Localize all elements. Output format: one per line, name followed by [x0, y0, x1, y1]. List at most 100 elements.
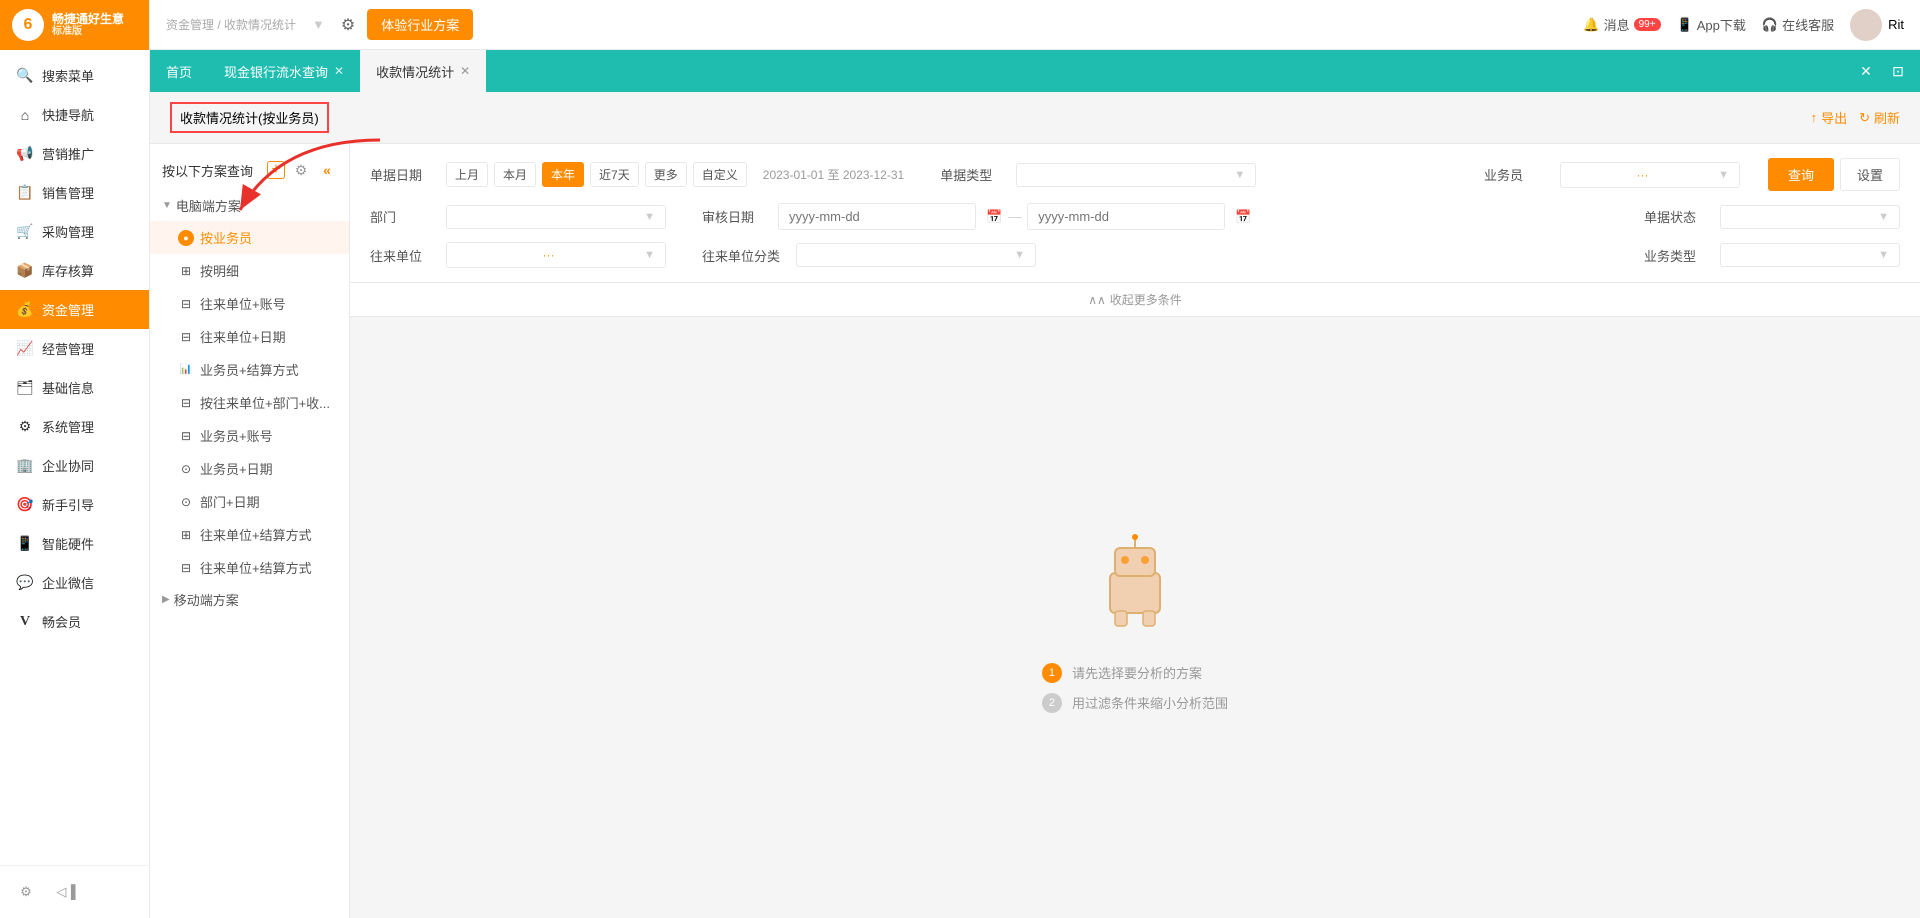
sidebar-item-basic[interactable]: 🗂 基础信息 — [0, 368, 149, 407]
plan-item-counterpart-account[interactable]: ⊟ 往来单位+账号 — [150, 287, 349, 320]
export-icon: ↑ — [1811, 110, 1818, 125]
sidebar-item-guide[interactable]: 🎯 新手引导 — [0, 485, 149, 524]
online-service-label: 在线客服 — [1782, 15, 1834, 34]
mobile-plan-group-header[interactable]: ▶ 移动端方案 — [150, 584, 349, 615]
messages-badge: 99+ — [1634, 18, 1661, 31]
date-btn-this-year[interactable]: 本年 — [542, 162, 584, 187]
sidebar-item-business[interactable]: 📈 经营管理 — [0, 329, 149, 368]
sidebar-item-finance-label: 资金管理 — [42, 300, 94, 319]
app-logo: 6 畅捷通好生意 标准版 — [0, 0, 149, 50]
counterpart-label: 往来单位 — [370, 246, 430, 265]
date-btn-last-month[interactable]: 上月 — [446, 162, 488, 187]
tab-bank-flow-close[interactable]: ✕ — [334, 64, 344, 78]
review-date-end[interactable] — [1027, 203, 1225, 230]
date-btn-more[interactable]: 更多 — [645, 162, 687, 187]
sidebar-item-purchase-label: 采购管理 — [42, 222, 94, 241]
desktop-plan-label: 电脑端方案 — [176, 196, 241, 215]
calendar-start-icon[interactable]: 📅 — [986, 209, 1002, 225]
sidebar-item-enterprise[interactable]: 🏢 企业协同 — [0, 446, 149, 485]
plan-item-salesperson-date[interactable]: ⊙ 业务员+日期 — [150, 452, 349, 485]
sidebar-item-search[interactable]: 🔍 搜索菜单 — [0, 56, 149, 95]
left-panel-header-text: 按以下方案查询 — [162, 161, 253, 180]
sidebar-item-sales[interactable]: 📋 销售管理 — [0, 173, 149, 212]
counterpart-account-icon: ⊟ — [178, 296, 194, 312]
sidebar-item-marketing[interactable]: 📢 营销推广 — [0, 134, 149, 173]
collapse-panel-btn[interactable]: « — [317, 160, 337, 180]
app-download-button[interactable]: 📱 App下载 — [1677, 15, 1746, 34]
step-1-text: 请先选择要分析的方案 — [1072, 663, 1202, 682]
sidebar-item-inventory[interactable]: 📦 库存核算 — [0, 251, 149, 290]
review-date-start[interactable] — [778, 203, 976, 230]
finance-icon: 💰 — [16, 301, 34, 319]
service-icon: 🎧 — [1762, 17, 1778, 33]
calendar-end-icon[interactable]: 📅 — [1235, 209, 1251, 225]
refresh-button[interactable]: ↻ 刷新 — [1859, 108, 1900, 127]
settings-button[interactable]: 设置 — [1840, 158, 1900, 191]
plan-item-counterpart-payment2[interactable]: ⊟ 往来单位+结算方式 — [150, 551, 349, 584]
date-btn-7days[interactable]: 近7天 — [590, 162, 639, 187]
doc-status-select[interactable]: ▼ — [1720, 205, 1900, 229]
tab-collection-stats-close[interactable]: ✕ — [460, 64, 470, 78]
sidebar-item-member-label: 畅会员 — [42, 612, 81, 631]
plan-item-counterpart-payment1[interactable]: ⊞ 往来单位+结算方式 — [150, 518, 349, 551]
plan-item-by-salesperson[interactable]: ● 按业务员 — [150, 221, 349, 254]
left-panel-header: 按以下方案查询 + ⚙ « — [150, 154, 349, 190]
sidebar-item-member[interactable]: V 畅会员 — [0, 602, 149, 641]
tab-home[interactable]: 首页 — [150, 50, 208, 92]
date-btn-this-month[interactable]: 本月 — [494, 162, 536, 187]
messages-button[interactable]: 🔔 消息 99+ — [1583, 15, 1660, 34]
counterpart-category-select[interactable]: ▼ — [796, 243, 1036, 267]
plan-item-salesperson-payment[interactable]: 📊 业务员+结算方式 — [150, 353, 349, 386]
date-button-group: 上月 本月 本年 近7天 更多 自定义 — [446, 162, 747, 187]
sidebar-item-finance[interactable]: 💰 资金管理 — [0, 290, 149, 329]
trial-button[interactable]: 体验行业方案 — [367, 9, 473, 40]
business-type-select[interactable]: ▼ — [1720, 243, 1900, 267]
messages-label: 消息 — [1604, 15, 1630, 34]
desktop-plan-group-header[interactable]: ▼ 电脑端方案 — [150, 190, 349, 221]
sidebar: 6 畅捷通好生意 标准版 🔍 搜索菜单 ⌂ 快捷导航 📢 营销推广 📋 销售管理… — [0, 0, 150, 918]
sidebar-item-inventory-label: 库存核算 — [42, 261, 94, 280]
sidebar-item-hardware[interactable]: 📱 智能硬件 — [0, 524, 149, 563]
salesperson-account-icon: ⊟ — [178, 428, 194, 444]
plan-item-by-detail[interactable]: ⊞ 按明细 — [150, 254, 349, 287]
maximize-window-btn[interactable]: ⊡ — [1886, 59, 1910, 83]
sidebar-item-wechat[interactable]: 💬 企业微信 — [0, 563, 149, 602]
date-btn-custom[interactable]: 自定义 — [693, 162, 747, 187]
salesperson-more-btn[interactable]: ··· — [1637, 168, 1649, 182]
dept-select[interactable]: ▼ — [446, 205, 666, 229]
counterpart-select[interactable]: ··· ▼ — [446, 242, 666, 268]
plan-item-salesperson-account[interactable]: ⊟ 业务员+账号 — [150, 419, 349, 452]
user-area[interactable]: Rit — [1850, 9, 1904, 41]
plan-item-counterpart-dept[interactable]: ⊟ 按往来单位+部门+收... — [150, 386, 349, 419]
collapse-sidebar-btn[interactable]: ◁▐ — [50, 876, 82, 908]
plan-settings-btn[interactable]: ⚙ — [291, 160, 311, 180]
basic-icon: 🗂 — [16, 379, 34, 397]
sidebar-item-purchase[interactable]: 🛒 采购管理 — [0, 212, 149, 251]
doc-type-label: 单据类型 — [940, 165, 1000, 184]
settings-bottom-btn[interactable]: ⚙ — [10, 876, 42, 908]
sidebar-item-business-label: 经营管理 — [42, 339, 94, 358]
sidebar-item-system[interactable]: ⚙ 系统管理 — [0, 407, 149, 446]
doc-type-select[interactable]: ▼ — [1016, 163, 1256, 187]
close-window-btn[interactable]: ✕ — [1854, 59, 1878, 83]
add-plan-btn[interactable]: + — [267, 161, 285, 179]
gear-button[interactable]: ⚙ — [341, 15, 355, 35]
export-button[interactable]: ↑ 导出 — [1811, 108, 1848, 127]
detail-icon: ⊞ — [178, 263, 194, 279]
app-version: 标准版 — [52, 26, 124, 38]
system-icon: ⚙ — [16, 418, 34, 436]
plan-item-counterpart-date[interactable]: ⊟ 往来单位+日期 — [150, 320, 349, 353]
mobile-plan-arrow: ▶ — [162, 594, 170, 605]
counterpart-more-btn[interactable]: ··· — [543, 248, 555, 262]
tab-collection-stats[interactable]: 收款情况统计 ✕ — [360, 50, 486, 92]
plan-item-dept-date[interactable]: ⊙ 部门+日期 — [150, 485, 349, 518]
online-service-button[interactable]: 🎧 在线客服 — [1762, 15, 1834, 34]
query-button[interactable]: 查询 — [1768, 158, 1834, 191]
collapse-bar[interactable]: ∧∧ 收起更多条件 — [350, 283, 1920, 317]
doc-status-arrow: ▼ — [1878, 211, 1889, 223]
salesperson-select[interactable]: ··· ▼ — [1560, 162, 1740, 188]
tab-bank-flow[interactable]: 现金银行流水查询 ✕ — [208, 50, 360, 92]
user-name: Rit — [1888, 17, 1904, 32]
sidebar-item-quick-nav[interactable]: ⌂ 快捷导航 — [0, 95, 149, 134]
business-icon: 📈 — [16, 340, 34, 358]
